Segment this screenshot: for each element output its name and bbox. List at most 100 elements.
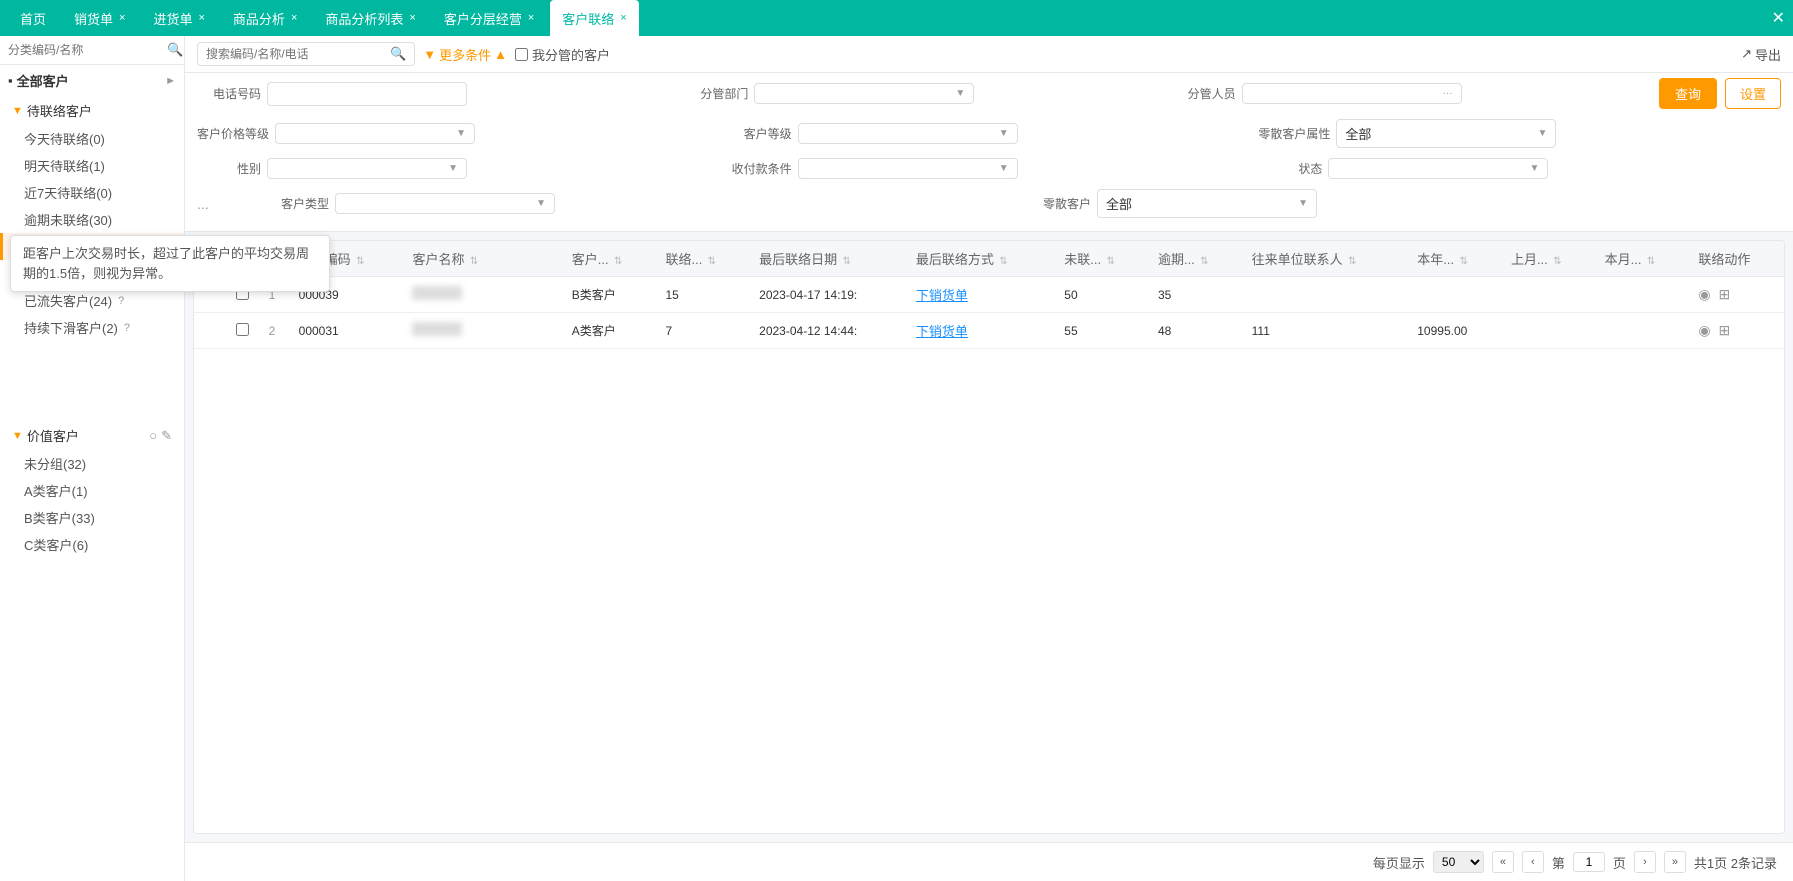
sidebar-item-7days[interactable]: 近7天待联络(0): [0, 179, 184, 206]
phone-input[interactable]: [267, 82, 467, 106]
contact-icon-1[interactable]: ◉: [1698, 286, 1710, 303]
set-button[interactable]: 设置: [1725, 78, 1781, 109]
customer-level-field: 客户等级 ▼: [728, 123, 1251, 144]
close-tab-product-analysis[interactable]: ×: [291, 12, 297, 24]
customer-type-field: 客户类型 ▼: [265, 193, 1019, 214]
query-button[interactable]: 查询: [1659, 78, 1717, 109]
sort-unreached-icon[interactable]: ⇅: [1106, 256, 1114, 267]
row2-checkbox[interactable]: [236, 323, 249, 336]
last-page-button[interactable]: »: [1664, 851, 1686, 873]
sort-lastmonth-icon[interactable]: ⇅: [1553, 256, 1561, 267]
close-tab-customer-tier[interactable]: ×: [528, 12, 534, 24]
next-page-button[interactable]: ›: [1634, 851, 1656, 873]
sidebar-item-tomorrow[interactable]: 明天待联络(1): [0, 152, 184, 179]
td-name-1: [402, 277, 561, 313]
customer-level-select[interactable]: ▼: [798, 123, 1018, 144]
retail-attr-select[interactable]: 全部 ▼: [1336, 119, 1556, 148]
action-icons-2: ◉ ⊞: [1698, 322, 1774, 339]
sidebar-value-add-icon[interactable]: ○: [149, 428, 157, 444]
more-conditions-button[interactable]: ▼ 更多条件 ▲: [423, 45, 507, 64]
tab-home[interactable]: 首页: [8, 0, 58, 36]
sidebar-value-edit-icon[interactable]: ✎: [161, 428, 172, 444]
sidebar-search-icon[interactable]: 🔍: [167, 42, 183, 58]
edit-icon-1[interactable]: ⊞: [1719, 286, 1731, 303]
tab-customer-tier[interactable]: 客户分层经营 ×: [432, 0, 546, 36]
contact-icon-2[interactable]: ◉: [1698, 322, 1710, 339]
dept-select[interactable]: ▼: [754, 83, 974, 104]
th-name: 客户名称 ⇅: [402, 241, 561, 277]
customer-table: ⚙ 客户编码 ⇅ 客户名称 ⇅: [194, 241, 1784, 349]
close-tab-product-analysis-list[interactable]: ×: [409, 12, 415, 24]
phone-field: 电话号码: [197, 82, 676, 106]
th-contact: 联络... ⇅: [655, 241, 749, 277]
tab-purchase[interactable]: 进货单 ×: [141, 0, 216, 36]
td-method-1[interactable]: 下销货单: [906, 277, 1054, 313]
sort-overdue-icon[interactable]: ⇅: [1200, 256, 1208, 267]
sort-thismonth-icon[interactable]: ⇅: [1647, 256, 1655, 267]
sidebar-all-customers-header[interactable]: ▪ 全部客户 ►: [0, 65, 184, 96]
status-field: 状态 ▼: [1258, 158, 1781, 179]
more-field: ...: [197, 196, 257, 212]
sort-year-icon[interactable]: ⇅: [1459, 256, 1467, 267]
td-name-blurred-2: [412, 322, 462, 336]
prev-page-button[interactable]: ‹: [1522, 851, 1544, 873]
close-tab-customer-contact[interactable]: ×: [620, 12, 626, 24]
th-contact-person: 往来单位联系人 ⇅: [1242, 241, 1408, 277]
status-select[interactable]: ▼: [1328, 158, 1548, 179]
tab-sales[interactable]: 销货单 ×: [62, 0, 137, 36]
td-thismonth-2: [1595, 313, 1689, 349]
payment-select[interactable]: ▼: [798, 158, 1018, 179]
sidebar-search-input[interactable]: [8, 43, 163, 57]
filter-search-icon[interactable]: 🔍: [390, 46, 406, 62]
first-page-button[interactable]: «: [1492, 851, 1514, 873]
price-level-select[interactable]: ▼: [275, 123, 475, 144]
dept-field: 分管部门 ▼: [684, 83, 1163, 104]
sort-type-icon[interactable]: ⇅: [614, 256, 622, 267]
sort-date-icon[interactable]: ⇅: [843, 256, 851, 267]
sidebar-item-c-class[interactable]: C类客户(6): [0, 531, 184, 558]
td-person-1: [1242, 277, 1408, 313]
price-level-field: 客户价格等级 ▼: [197, 123, 720, 144]
tab-product-analysis[interactable]: 商品分析 ×: [221, 0, 309, 36]
window-close-button[interactable]: ✕: [1772, 8, 1785, 28]
tab-customer-contact[interactable]: 客户联络 ×: [550, 0, 638, 36]
dept-chevron-icon: ▼: [955, 88, 965, 99]
person-select[interactable]: ···: [1242, 83, 1462, 104]
close-tab-purchase[interactable]: ×: [198, 12, 204, 24]
sort-name-icon[interactable]: ⇅: [470, 256, 478, 267]
sidebar-pending-contact-group[interactable]: ▼ 待联络客户: [0, 96, 184, 125]
more-dots-icon[interactable]: ...: [197, 196, 209, 212]
customer-type-select[interactable]: ▼: [335, 193, 555, 214]
sidebar-item-overdue[interactable]: 逾期未联络(30): [0, 206, 184, 233]
filter-search-input[interactable]: [206, 47, 386, 61]
my-customers-checkbox[interactable]: [515, 48, 528, 61]
retail-customer-chevron-icon: ▼: [1298, 198, 1308, 209]
export-button[interactable]: ↗ 导出: [1741, 45, 1781, 64]
sidebar-item-a-class[interactable]: A类客户(1): [0, 477, 184, 504]
td-checkbox-2[interactable]: [226, 313, 259, 349]
td-contact-1: 15: [655, 277, 749, 313]
main-layout: 🔍 ▪ 全部客户 ► ▼ 待联络客户 今天待联络(0) 明天待联络(1) 近7天…: [0, 36, 1793, 881]
td-lastmonth-1: [1501, 277, 1595, 313]
gender-select[interactable]: ▼: [267, 158, 467, 179]
sidebar-item-ungroup[interactable]: 未分组(32): [0, 450, 184, 477]
sidebar-collapse-icon[interactable]: ►: [165, 75, 176, 87]
retail-customer-select[interactable]: 全部 ▼: [1097, 189, 1317, 218]
sidebar-item-hold-down[interactable]: 持续下滑客户(2) ?: [0, 314, 184, 341]
filter-row-3: 性别 ▼ 收付款条件 ▼ 状态: [197, 153, 1781, 184]
page-number-input[interactable]: [1573, 852, 1605, 872]
close-tab-sales[interactable]: ×: [119, 12, 125, 24]
person-field: 分管人员 ···: [1172, 83, 1651, 104]
sidebar-item-b-class[interactable]: B类客户(33): [0, 504, 184, 531]
edit-icon-2[interactable]: ⊞: [1719, 322, 1731, 339]
sort-method-icon[interactable]: ⇅: [999, 256, 1007, 267]
sort-person-icon[interactable]: ⇅: [1348, 256, 1356, 267]
per-page-select[interactable]: 50 20 100: [1433, 851, 1484, 873]
sidebar-item-today[interactable]: 今天待联络(0): [0, 125, 184, 152]
td-year-1: [1407, 277, 1501, 313]
sort-contact-icon[interactable]: ⇅: [708, 256, 716, 267]
td-method-2[interactable]: 下销货单: [906, 313, 1054, 349]
sort-code-icon[interactable]: ⇅: [356, 256, 364, 267]
sidebar-value-group-header[interactable]: ▼ 价值客户 ○ ✎: [0, 421, 184, 450]
tab-product-analysis-list[interactable]: 商品分析列表 ×: [313, 0, 427, 36]
